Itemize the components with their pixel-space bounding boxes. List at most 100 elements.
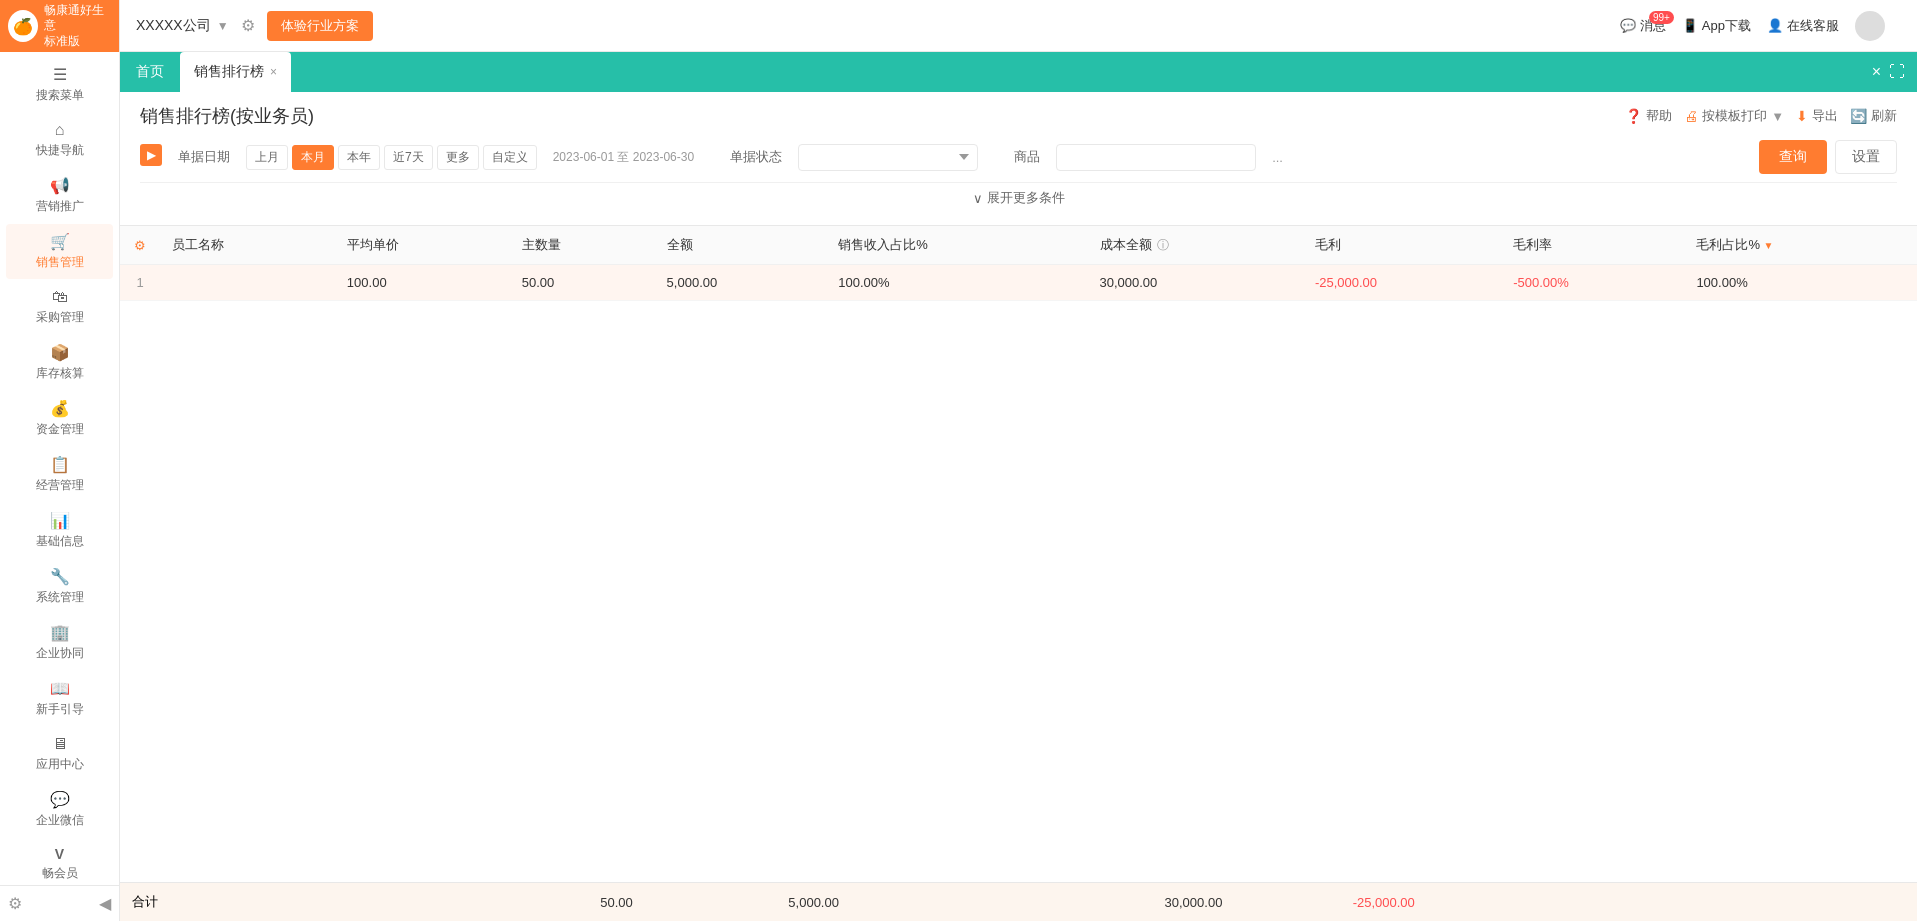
- settings-gear-icon[interactable]: ⚙: [241, 16, 255, 35]
- col-cost-amount: 成本全额 ⓘ: [1088, 226, 1303, 265]
- cost-info-icon: ⓘ: [1157, 238, 1169, 252]
- cell-profit-pct: 100.00%: [1684, 265, 1917, 301]
- sidebar-item-inventory-label: 库存核算: [36, 365, 84, 382]
- sidebar-item-search-label: 搜索菜单: [36, 87, 84, 104]
- sidebar-settings-icon[interactable]: ⚙: [8, 894, 22, 913]
- sidebar-item-enterprise[interactable]: 🏢 企业协同: [6, 615, 113, 670]
- refresh-icon: 🔄: [1850, 108, 1867, 124]
- operation-icon: 📋: [50, 455, 70, 474]
- company-name: XXXXX公司: [136, 17, 211, 35]
- help-label: 帮助: [1646, 107, 1672, 125]
- col-rank: ⚙: [120, 226, 160, 265]
- sidebar-item-marketing[interactable]: 📢 营销推广: [6, 168, 113, 223]
- sidebar-item-member[interactable]: V 畅会员: [6, 838, 113, 885]
- date-buttons: 上月 本月 本年 近7天 更多 自定义: [246, 145, 537, 170]
- date-this-year-btn[interactable]: 本年: [338, 145, 380, 170]
- table-footer: 合计 50.00 5,000.00 30,000.00 -25,000.00: [120, 882, 1917, 921]
- sidebar-item-member-label: 畅会员: [42, 865, 78, 882]
- inventory-icon: 📦: [50, 343, 70, 362]
- expand-more-btn[interactable]: ∨ 展开更多条件: [973, 189, 1065, 207]
- sidebar-item-wechat-label: 企业微信: [36, 812, 84, 829]
- page-title: 销售排行榜(按业务员): [140, 104, 314, 128]
- col-profit-rate: 毛利率: [1501, 226, 1684, 265]
- logo-text: 畅康通好生意 标准版: [44, 3, 111, 50]
- message-badge: 99+: [1649, 11, 1674, 24]
- tab-close-window-icon[interactable]: ×: [1872, 63, 1881, 81]
- print-icon: 🖨: [1684, 108, 1698, 124]
- company-selector[interactable]: XXXXX公司 ▼: [136, 17, 229, 35]
- message-button[interactable]: 💬 消息 99+: [1620, 17, 1666, 35]
- cell-cost-amount: 30,000.00: [1088, 265, 1303, 301]
- goods-input[interactable]: [1056, 144, 1256, 171]
- tab-sales-rank-label: 销售排行榜: [194, 63, 264, 81]
- date-7days-btn[interactable]: 近7天: [384, 145, 433, 170]
- sidebar-item-appstore[interactable]: 🖥 应用中心: [6, 727, 113, 781]
- sidebar-item-enterprise-label: 企业协同: [36, 645, 84, 662]
- col-sales-pct: 销售收入占比%: [826, 226, 1087, 265]
- help-button[interactable]: ❓ 帮助: [1625, 107, 1672, 125]
- cell-sales-pct: 100.00%: [826, 265, 1087, 301]
- table-container: ⚙ 员工名称 平均单价 主数量 全额 销售收入占比% 成本全额 ⓘ 毛利: [120, 226, 1917, 882]
- logo-icon: 🍊: [8, 10, 38, 42]
- template-print-label: 按模板打印: [1702, 107, 1767, 125]
- filter-more-link[interactable]: ...: [1272, 150, 1283, 165]
- date-more-btn[interactable]: 更多: [437, 145, 479, 170]
- appstore-icon: 🖥: [52, 735, 68, 753]
- date-custom-btn[interactable]: 自定义: [483, 145, 537, 170]
- search-menu-icon: ☰: [53, 65, 67, 84]
- sidebar-item-basic[interactable]: 📊 基础信息: [6, 503, 113, 558]
- tab-controls: × ⛶: [1860, 63, 1917, 81]
- date-last-month-btn[interactable]: 上月: [246, 145, 288, 170]
- help-icon: ❓: [1625, 108, 1642, 124]
- sidebar-collapse-icon[interactable]: ◀: [99, 894, 111, 913]
- profit-pct-icon: ▼: [1764, 240, 1774, 251]
- user-avatar[interactable]: [1855, 11, 1885, 41]
- logo: 🍊 畅康通好生意 标准版: [0, 0, 119, 52]
- marketing-icon: 📢: [50, 176, 70, 195]
- purchase-icon: 🛍: [52, 288, 68, 306]
- filter-expand-arrow[interactable]: ▶: [140, 144, 162, 166]
- topbar-right: 💬 消息 99+ 📱 App下载 👤 在线客服: [1620, 11, 1901, 41]
- sidebar-item-sales[interactable]: 🛒 销售管理: [6, 224, 113, 279]
- tab-sales-rank[interactable]: 销售排行榜 ×: [180, 52, 291, 92]
- app-download-icon: 📱: [1682, 18, 1698, 33]
- app-download-label: App下载: [1702, 17, 1751, 35]
- trial-button[interactable]: 体验行业方案: [267, 11, 373, 41]
- col-rank-icon: ⚙: [134, 238, 146, 253]
- status-select[interactable]: [798, 144, 978, 171]
- app-download-button[interactable]: 📱 App下载: [1682, 17, 1751, 35]
- sidebar-item-operation[interactable]: 📋 经营管理: [6, 447, 113, 502]
- cell-avg-price: 100.00: [335, 265, 510, 301]
- export-button[interactable]: ⬇ 导出: [1796, 107, 1838, 125]
- tab-fullscreen-icon[interactable]: ⛶: [1889, 63, 1905, 81]
- tab-home[interactable]: 首页: [120, 52, 180, 92]
- home-icon: ⌂: [55, 121, 65, 139]
- template-print-button[interactable]: 🖨 按模板打印 ▼: [1684, 107, 1784, 125]
- cell-rank: 1: [120, 265, 160, 301]
- sidebar-item-purchase[interactable]: 🛍 采购管理: [6, 280, 113, 334]
- footer-profit: -25,000.00: [1341, 895, 1529, 910]
- sidebar-item-guide[interactable]: 📖 新手引导: [6, 671, 113, 726]
- refresh-button[interactable]: 🔄 刷新: [1850, 107, 1897, 125]
- template-print-arrow: ▼: [1771, 109, 1784, 124]
- date-this-month-btn[interactable]: 本月: [292, 145, 334, 170]
- finance-icon: 💰: [50, 399, 70, 418]
- sidebar-item-search[interactable]: ☰ 搜索菜单: [6, 57, 113, 112]
- sidebar-item-system[interactable]: 🔧 系统管理: [6, 559, 113, 614]
- sidebar-item-shortcut[interactable]: ⌂ 快捷导航: [6, 113, 113, 167]
- query-button[interactable]: 查询: [1759, 140, 1827, 174]
- cell-main-qty: 50.00: [510, 265, 655, 301]
- filter-row-date: 单据日期 上月 本月 本年 近7天 更多 自定义 2023-06-01 至 20…: [178, 140, 1897, 174]
- tab-close-icon[interactable]: ×: [270, 65, 277, 79]
- sidebar-item-finance-label: 资金管理: [36, 421, 84, 438]
- sidebar-item-wechat[interactable]: 💬 企业微信: [6, 782, 113, 837]
- online-service-button[interactable]: 👤 在线客服: [1767, 17, 1839, 35]
- sidebar-item-operation-label: 经营管理: [36, 477, 84, 494]
- sales-icon: 🛒: [50, 232, 70, 251]
- status-filter-label: 单据状态: [730, 148, 782, 166]
- sidebar-item-inventory[interactable]: 📦 库存核算: [6, 335, 113, 390]
- date-range-display: 2023-06-01 至 2023-06-30: [553, 149, 694, 166]
- settings-button[interactable]: 设置: [1835, 140, 1897, 174]
- tab-home-label: 首页: [136, 63, 164, 81]
- sidebar-item-finance[interactable]: 💰 资金管理: [6, 391, 113, 446]
